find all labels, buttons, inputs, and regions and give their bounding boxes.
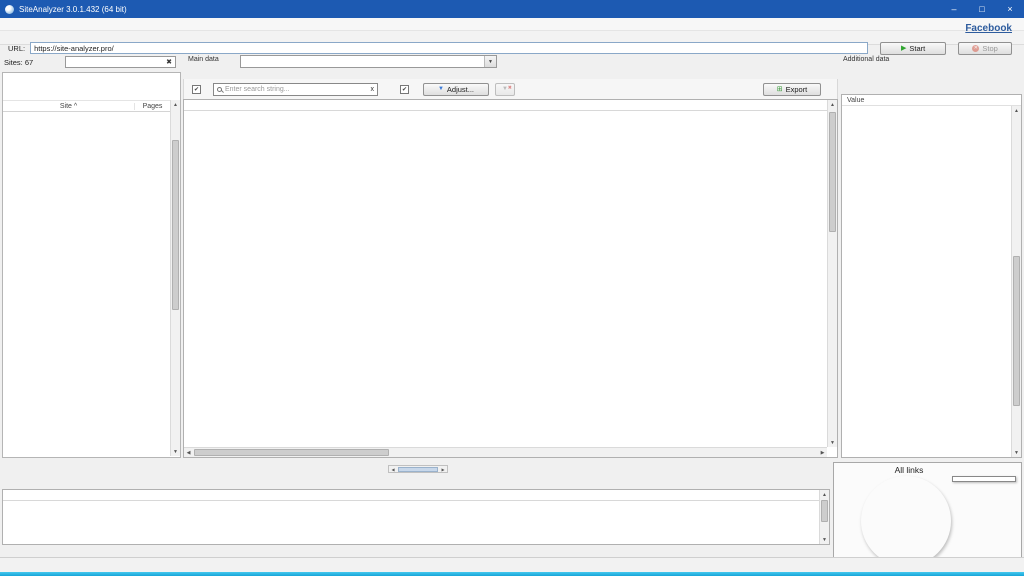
scroll-left-icon[interactable]: ◀ xyxy=(184,448,193,457)
scroll-right-icon[interactable]: ▶ xyxy=(818,448,827,457)
clear-search-icon[interactable]: x xyxy=(371,86,375,93)
site-list xyxy=(3,112,170,456)
export-button[interactable]: ⊞ Export xyxy=(763,83,821,96)
search-icon xyxy=(217,87,222,92)
site-list-scrollbar[interactable]: ▲ ▼ xyxy=(170,100,180,456)
scroll-right-icon[interactable]: ▶ xyxy=(439,467,447,472)
stats-subtabs xyxy=(841,79,1022,94)
main-data-tabs xyxy=(183,64,838,79)
site-list-panel: Site ^ Pages ▲ ▼ xyxy=(2,72,181,458)
site-column-header[interactable]: Site ^ xyxy=(3,103,134,110)
links-table-header xyxy=(3,490,829,501)
filter-enable-checkbox[interactable]: ✔ xyxy=(400,85,409,94)
adjust-filter-button[interactable]: ▼ Adjust... xyxy=(423,83,489,96)
table-vertical-scrollbar[interactable]: ▲ ▼ xyxy=(827,100,837,447)
url-input[interactable]: https://site-analyzer.pro/ xyxy=(30,42,868,54)
close-button[interactable]: × xyxy=(996,0,1024,18)
stats-tree xyxy=(842,106,1011,457)
chart-panel: All links xyxy=(833,462,1022,568)
status-bar xyxy=(0,557,1024,572)
minimize-button[interactable]: – xyxy=(940,0,968,18)
progress-strip xyxy=(0,572,1024,576)
chart-legend xyxy=(952,476,1016,482)
crawl-stats-panel: Value ▲ ▼ xyxy=(841,94,1022,458)
maximize-button[interactable]: □ xyxy=(968,0,996,18)
scroll-left-icon[interactable]: ◀ xyxy=(389,467,397,472)
facebook-link[interactable]: Facebook xyxy=(965,23,1012,34)
pages-column-header[interactable]: Pages xyxy=(134,103,170,110)
scroll-up-icon[interactable]: ▲ xyxy=(1012,106,1021,115)
scroll-down-icon[interactable]: ▼ xyxy=(820,535,829,544)
start-button[interactable]: ▶ Start xyxy=(880,42,946,55)
scroll-up-icon[interactable]: ▲ xyxy=(171,100,180,109)
additional-data-tabs xyxy=(841,64,1022,79)
table-search-input[interactable]: Enter search string... x xyxy=(213,83,378,96)
crawl-results-table: ▲ ▼ ◀ ▶ xyxy=(183,99,838,458)
remove-filter-icon: ✖ xyxy=(508,85,512,91)
site-list-header: Site ^ Pages xyxy=(3,100,170,112)
window-controls: –□× xyxy=(940,0,1024,18)
splitter-scrollbar[interactable]: ◀ ▶ xyxy=(388,465,448,473)
value-column-header: Value xyxy=(842,95,1021,106)
stop-icon: ✕ xyxy=(972,45,979,52)
stats-scrollbar[interactable]: ▲ ▼ xyxy=(1011,106,1021,457)
url-row: URL: https://site-analyzer.pro/ ▶ Start … xyxy=(0,41,1024,55)
main-data-label: Main data xyxy=(188,56,219,63)
clear-filter-button[interactable]: ▼ ✖ xyxy=(495,83,515,96)
app-icon xyxy=(5,5,14,14)
sites-count-label: Sites: 67 xyxy=(4,58,33,67)
filter-row: ✔ Enter search string... x ✔ ▼ Adjust...… xyxy=(183,79,838,99)
scroll-up-icon[interactable]: ▲ xyxy=(828,100,837,109)
url-label: URL: xyxy=(8,44,25,53)
site-search-input[interactable]: ✖ xyxy=(65,56,176,68)
table-body xyxy=(184,111,827,447)
window-title: SiteAnalyzer 3.0.1.432 (64 bit) xyxy=(19,5,127,14)
menu-bar xyxy=(0,18,1024,31)
play-icon: ▶ xyxy=(901,44,906,52)
pie-chart xyxy=(861,476,951,566)
stop-button[interactable]: ✕ Stop xyxy=(958,42,1012,55)
additional-data-label: Additional data xyxy=(843,56,889,63)
scroll-down-icon[interactable]: ▼ xyxy=(828,438,837,447)
table-horizontal-scrollbar[interactable]: ◀ ▶ xyxy=(184,447,827,457)
scroll-down-icon[interactable]: ▼ xyxy=(171,447,180,456)
chart-title: All links xyxy=(834,465,984,475)
incoming-links-table: ▲ ▼ xyxy=(2,489,830,545)
search-enable-checkbox[interactable]: ✔ xyxy=(192,85,201,94)
title-bar: SiteAnalyzer 3.0.1.432 (64 bit) –□× xyxy=(0,0,1024,18)
links-table-scrollbar[interactable]: ▲ ▼ xyxy=(819,490,829,544)
funnel-icon: ▼ xyxy=(438,86,444,92)
scroll-down-icon[interactable]: ▼ xyxy=(1012,448,1021,457)
table-header-row xyxy=(184,100,837,111)
scroll-up-icon[interactable]: ▲ xyxy=(820,490,829,499)
export-icon: ⊞ xyxy=(777,85,783,93)
clear-icon[interactable]: ✖ xyxy=(166,58,172,66)
links-table-body xyxy=(3,501,819,544)
